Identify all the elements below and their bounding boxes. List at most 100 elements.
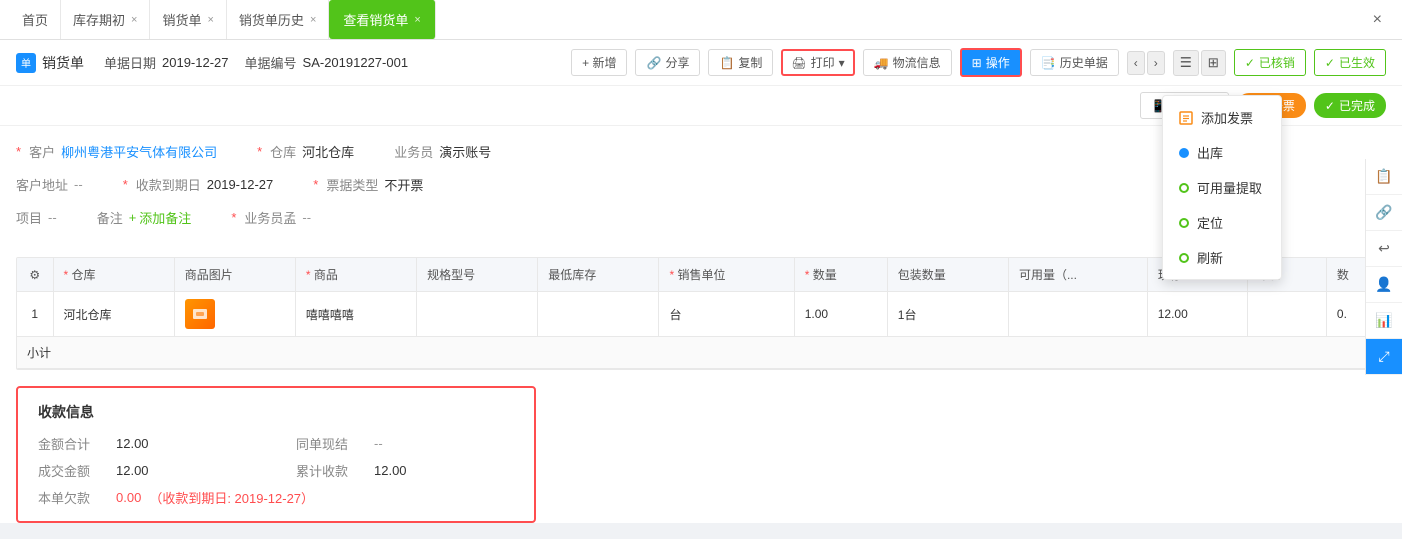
address-field: 客户地址 --: [16, 175, 83, 194]
customer-value[interactable]: 柳州粤港平安气体有限公司: [61, 142, 217, 161]
doc-actions: + 新增 🔗 分享 📋 复制 🖨 打印 ▾ 🚚 物流信息: [571, 48, 1386, 77]
locate-dot: [1179, 218, 1189, 228]
refresh-dot: [1179, 253, 1189, 263]
print-dropdown-icon: ▾: [839, 56, 845, 70]
warehouse-out-dot: [1179, 148, 1189, 158]
payment-title: 收款信息: [38, 402, 514, 422]
doc-title-text: 销货单: [42, 53, 84, 73]
col-warehouse: * 仓库: [53, 258, 174, 292]
staff-field: 业务员 演示账号: [394, 142, 491, 161]
refresh-item[interactable]: 刷新: [1163, 240, 1281, 275]
warehouse-value: 河北仓库: [302, 142, 354, 161]
due-amount-value: 0.00: [116, 490, 141, 505]
list-view-btn[interactable]: ☰: [1173, 50, 1199, 76]
copy-icon: 📋: [719, 56, 734, 70]
locate-item[interactable]: 定位: [1163, 205, 1281, 240]
close-view-tab[interactable]: ×: [414, 14, 420, 26]
deal-amount-value: 12.00: [116, 463, 149, 478]
logistics-button[interactable]: 🚚 物流信息: [863, 49, 952, 76]
cancel-button[interactable]: ✓ 已核销: [1234, 49, 1306, 76]
due-date-field: * 收款到期日 2019-12-27: [123, 175, 274, 194]
copy-button[interactable]: 📋 复制: [708, 49, 773, 76]
available-qty-dot: [1179, 183, 1189, 193]
cumulative-value: 12.00: [374, 463, 407, 478]
complete-status-button[interactable]: ✓ 已完成: [1314, 93, 1386, 118]
doc-title: 单 销货单: [16, 53, 84, 73]
close-sales-tab[interactable]: ×: [207, 14, 213, 26]
row-warehouse: 河北仓库: [53, 292, 174, 337]
share-button[interactable]: 🔗 分享: [635, 49, 700, 76]
payment-box: 收款信息 金额合计 12.00 同单现结 -- 成交金额 12.00 累计收款 …: [16, 386, 536, 523]
payment-grid: 金额合计 12.00 同单现结 -- 成交金额 12.00 累计收款 12.00…: [38, 434, 514, 507]
sidebar-icon-1[interactable]: 📋: [1366, 159, 1402, 195]
sidebar-icon-3[interactable]: ↩: [1366, 231, 1402, 267]
share-icon: 🔗: [646, 56, 661, 70]
add-invoice-item[interactable]: 添加发票: [1163, 100, 1281, 135]
col-settings[interactable]: ⚙: [17, 258, 53, 292]
due-date-value: 2019-12-27: [207, 177, 274, 192]
history-button[interactable]: 📑 历史单据: [1030, 49, 1119, 76]
due-amount-item: 本单欠款 0.00 （收款到期日: 2019-12-27）: [38, 488, 514, 507]
truck-icon: 🚚: [874, 56, 889, 70]
nav-arrows: ‹ ›: [1127, 51, 1165, 75]
tab-home[interactable]: 首页: [10, 0, 61, 39]
tab-sales[interactable]: 销货单 ×: [150, 0, 226, 39]
amount-value: 12.00: [116, 436, 149, 451]
sidebar-icon-2[interactable]: 🔗: [1366, 195, 1402, 231]
operation-button[interactable]: ⊞ 操作: [960, 48, 1022, 77]
invoice-icon: [1179, 111, 1193, 125]
doc-date: 单据日期 2019-12-27: [104, 53, 229, 72]
grid-view-btn[interactable]: ⊞: [1201, 50, 1226, 76]
row-price: [1247, 292, 1326, 337]
sidebar-icon-5[interactable]: 📊: [1366, 303, 1402, 339]
col-unit: * 销售单位: [659, 258, 794, 292]
staff-value: 演示账号: [439, 142, 491, 161]
close-inventory-tab[interactable]: ×: [131, 14, 137, 26]
subtotal-label: 小计: [17, 337, 1385, 369]
row-spec: [417, 292, 538, 337]
due-note: （收款到期日: 2019-12-27）: [149, 488, 314, 507]
tab-view-sales[interactable]: 查看销货单 ×: [329, 0, 435, 39]
add-note-button[interactable]: + 添加备注: [129, 208, 192, 227]
doc-header: 单 销货单 单据日期 2019-12-27 单据编号 SA-20191227-0…: [0, 40, 1402, 86]
available-qty-item[interactable]: 可用量提取: [1163, 170, 1281, 205]
doc-icon: 单: [16, 53, 36, 73]
subtotal-row: 小计: [17, 337, 1385, 369]
plus-icon: +: [129, 210, 137, 225]
project-value: --: [48, 210, 57, 225]
col-min-stock: 最低库存: [538, 258, 659, 292]
doc-number: 单据编号 SA-20191227-001: [245, 53, 409, 72]
tab-inventory[interactable]: 库存期初 ×: [61, 0, 150, 39]
warehouse-out-item[interactable]: 出库: [1163, 135, 1281, 170]
row-product: 嘻嘻嘻嘻: [295, 292, 416, 337]
row-stock: 12.00: [1147, 292, 1247, 337]
next-arrow[interactable]: ›: [1147, 51, 1165, 75]
check2-icon: ✓: [1325, 56, 1335, 70]
right-sidebar: 📋 🔗 ↩ 👤 📊 ⤢: [1365, 159, 1402, 375]
effective-button[interactable]: ✓ 已生效: [1314, 49, 1386, 76]
tab-sales-history[interactable]: 销货单历史 ×: [227, 0, 329, 39]
customer-field: * 客户 柳州粤港平安气体有限公司: [16, 142, 217, 161]
row-index: 1: [17, 292, 53, 337]
operation-dropdown: 添加发票 出库 可用量提取 定位 刷新: [1162, 95, 1282, 280]
ticket-field: * 票据类型 不开票: [313, 175, 423, 194]
table-row: 1 河北仓库 嘻嘻嘻嘻 台 1.00 1台: [17, 292, 1385, 337]
row-pkg-qty: 1台: [887, 292, 1008, 337]
doc-meta: 单据日期 2019-12-27 单据编号 SA-20191227-001: [104, 53, 408, 72]
col-qty: * 数量: [794, 258, 887, 292]
sidebar-icon-4[interactable]: 👤: [1366, 267, 1402, 303]
grid-icon: ⊞: [972, 56, 982, 70]
row-min-stock: [538, 292, 659, 337]
print-button[interactable]: 🖨 打印 ▾: [781, 49, 854, 76]
new-button[interactable]: + 新增: [571, 49, 627, 76]
prev-arrow[interactable]: ‹: [1127, 51, 1145, 75]
col-product: * 商品: [295, 258, 416, 292]
print-icon: 🖨: [791, 56, 806, 70]
row-qty: 1.00: [794, 292, 887, 337]
product-thumbnail: [185, 299, 215, 329]
close-history-tab[interactable]: ×: [310, 14, 316, 26]
tab-bar: 首页 库存期初 × 销货单 × 销货单历史 × 查看销货单 × ×: [0, 0, 1402, 40]
close-window[interactable]: ×: [1363, 11, 1392, 29]
sidebar-icon-6[interactable]: ⤢: [1366, 339, 1402, 375]
deal-amount-item: 成交金额 12.00: [38, 461, 256, 480]
